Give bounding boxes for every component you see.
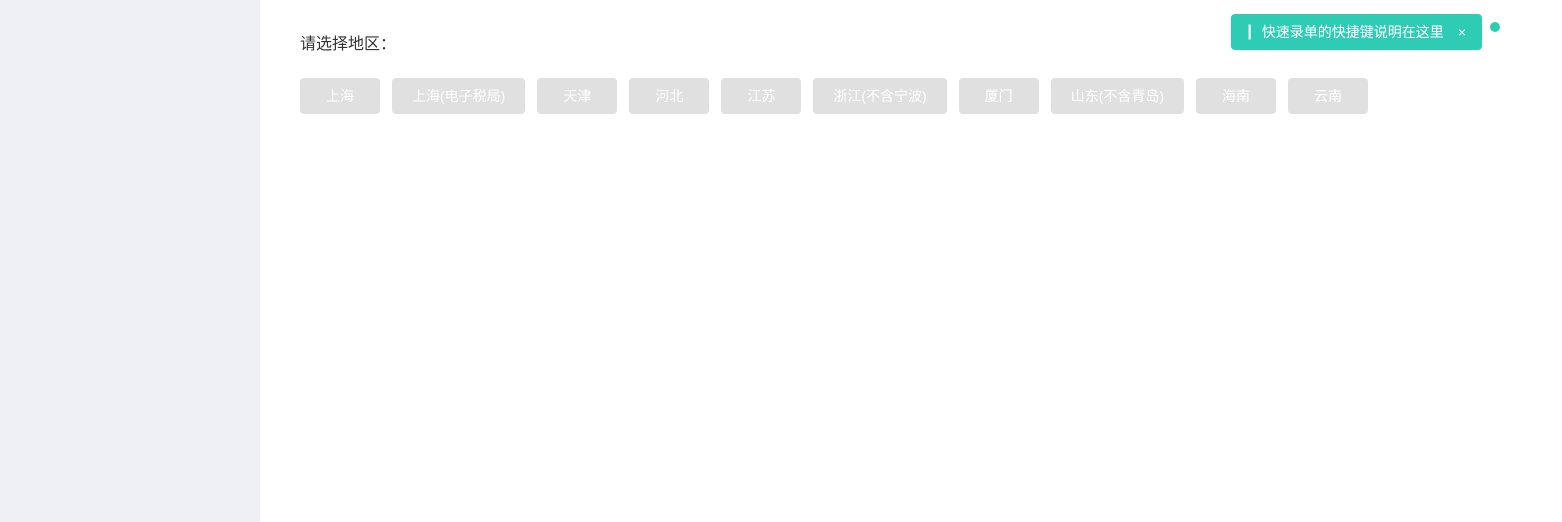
region-button-6[interactable]: 厦门 bbox=[959, 78, 1039, 114]
main-content: 请选择地区： 上海上海(电子税局)天津河北江苏浙江(不含宁波)厦门山东(不含青岛… bbox=[260, 0, 1562, 522]
region-button-1[interactable]: 上海(电子税局) bbox=[392, 78, 525, 114]
tooltip-close-button[interactable]: × bbox=[1458, 24, 1466, 40]
region-button-2[interactable]: 天津 bbox=[537, 78, 617, 114]
tooltip-dot bbox=[1490, 22, 1500, 32]
tooltip-text: 快速录单的快捷键说明在这里 bbox=[1262, 22, 1444, 42]
region-button-3[interactable]: 河北 bbox=[629, 78, 709, 114]
region-button-4[interactable]: 江苏 bbox=[721, 78, 801, 114]
tooltip-banner: 快速录单的快捷键说明在这里 × bbox=[1231, 14, 1482, 50]
region-button-5[interactable]: 浙江(不含宁波) bbox=[813, 78, 946, 114]
region-buttons: 上海上海(电子税局) 天津河北江苏浙江(不含宁波) 厦门山东(不含青岛) 海南云南 bbox=[300, 78, 1522, 114]
region-button-8[interactable]: 海南 bbox=[1196, 78, 1276, 114]
sidebar bbox=[0, 0, 260, 522]
region-button-9[interactable]: 云南 bbox=[1288, 78, 1368, 114]
region-button-7[interactable]: 山东(不含青岛) bbox=[1051, 78, 1184, 114]
region-button-0[interactable]: 上海 bbox=[300, 78, 380, 114]
